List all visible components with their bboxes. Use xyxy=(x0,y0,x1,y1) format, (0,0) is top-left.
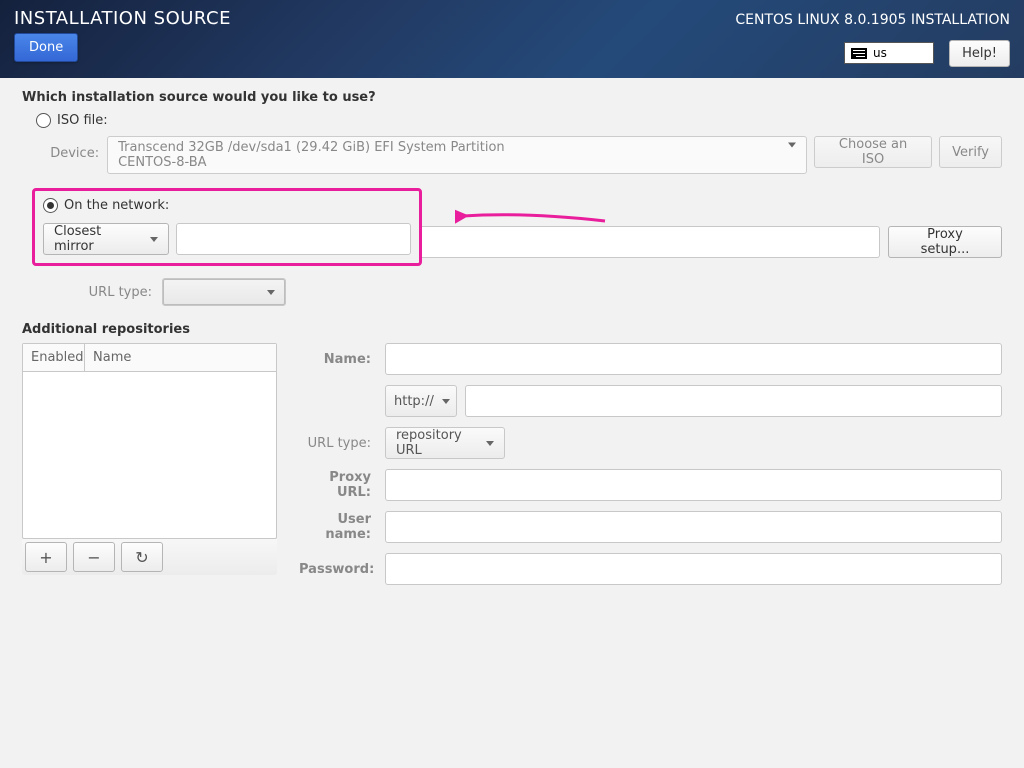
repo-table[interactable]: Enabled Name xyxy=(22,343,277,539)
device-line-2: CENTOS-8-BA xyxy=(118,155,796,170)
radio-checked-icon xyxy=(43,198,58,213)
help-button[interactable]: Help! xyxy=(949,40,1010,67)
repo-url-input[interactable] xyxy=(465,385,1002,417)
repo-protocol-select[interactable]: http:// xyxy=(385,385,457,417)
keyboard-layout-indicator[interactable]: us xyxy=(844,42,934,64)
chevron-down-icon xyxy=(150,237,158,242)
remove-repo-button[interactable]: − xyxy=(73,542,115,572)
verify-button[interactable]: Verify xyxy=(939,136,1002,168)
device-select[interactable]: Transcend 32GB /dev/sda1 (29.42 GiB) EFI… xyxy=(107,136,807,174)
chevron-down-icon xyxy=(780,148,796,163)
repo-url-type-value: repository URL xyxy=(396,428,478,458)
source-question: Which installation source would you like… xyxy=(22,90,1002,105)
choose-iso-button[interactable]: Choose an ISO xyxy=(814,136,932,168)
repo-name-input[interactable] xyxy=(385,343,1002,375)
installer-header: INSTALLATION SOURCE Done CENTOS LINUX 8.… xyxy=(0,0,1024,78)
device-line-1: Transcend 32GB /dev/sda1 (29.42 GiB) EFI… xyxy=(118,140,796,155)
add-repo-button[interactable]: + xyxy=(25,542,67,572)
content-area: Which installation source would you like… xyxy=(0,78,1024,607)
password-label: Password: xyxy=(299,562,371,577)
repo-th-name: Name xyxy=(85,344,276,371)
chevron-down-icon xyxy=(442,399,450,404)
network-url-input[interactable] xyxy=(176,223,412,255)
iso-file-label: ISO file: xyxy=(57,113,108,128)
refresh-repo-button[interactable]: ↻ xyxy=(121,542,163,572)
proxy-url-label: Proxy URL: xyxy=(299,470,371,500)
repo-url-type-select[interactable]: repository URL xyxy=(385,427,505,459)
device-label: Device: xyxy=(48,136,99,161)
repo-th-enabled: Enabled xyxy=(23,344,85,371)
network-url-input-extension[interactable] xyxy=(422,226,880,258)
mirror-select-label: Closest mirror xyxy=(54,224,142,254)
repo-name-label: Name: xyxy=(299,352,371,367)
password-input[interactable] xyxy=(385,553,1002,585)
keyboard-layout-label: us xyxy=(873,46,887,60)
refresh-icon: ↻ xyxy=(135,548,148,567)
url-type-select[interactable] xyxy=(162,278,286,306)
proxy-setup-button[interactable]: Proxy setup... xyxy=(888,226,1002,258)
username-label: User name: xyxy=(299,512,371,542)
done-button[interactable]: Done xyxy=(14,33,78,62)
radio-unchecked-icon xyxy=(36,113,51,128)
chevron-down-icon xyxy=(267,290,275,295)
url-type-label: URL type: xyxy=(22,285,152,300)
installer-subtitle: CENTOS LINUX 8.0.1905 INSTALLATION xyxy=(735,12,1010,28)
username-input[interactable] xyxy=(385,511,1002,543)
repo-protocol-label: http:// xyxy=(394,394,434,409)
minus-icon: − xyxy=(87,548,100,567)
keyboard-icon xyxy=(851,48,867,59)
additional-repos-title: Additional repositories xyxy=(22,322,1002,337)
highlighted-network-option: On the network: Closest mirror xyxy=(32,188,422,266)
proxy-url-input[interactable] xyxy=(385,469,1002,501)
network-option[interactable]: On the network: xyxy=(43,198,411,213)
network-label: On the network: xyxy=(64,198,169,213)
mirror-select[interactable]: Closest mirror xyxy=(43,223,169,255)
chevron-down-icon xyxy=(486,441,494,446)
repo-url-type-label: URL type: xyxy=(299,436,371,451)
iso-file-option[interactable]: ISO file: xyxy=(36,113,1002,128)
plus-icon: + xyxy=(39,548,52,567)
